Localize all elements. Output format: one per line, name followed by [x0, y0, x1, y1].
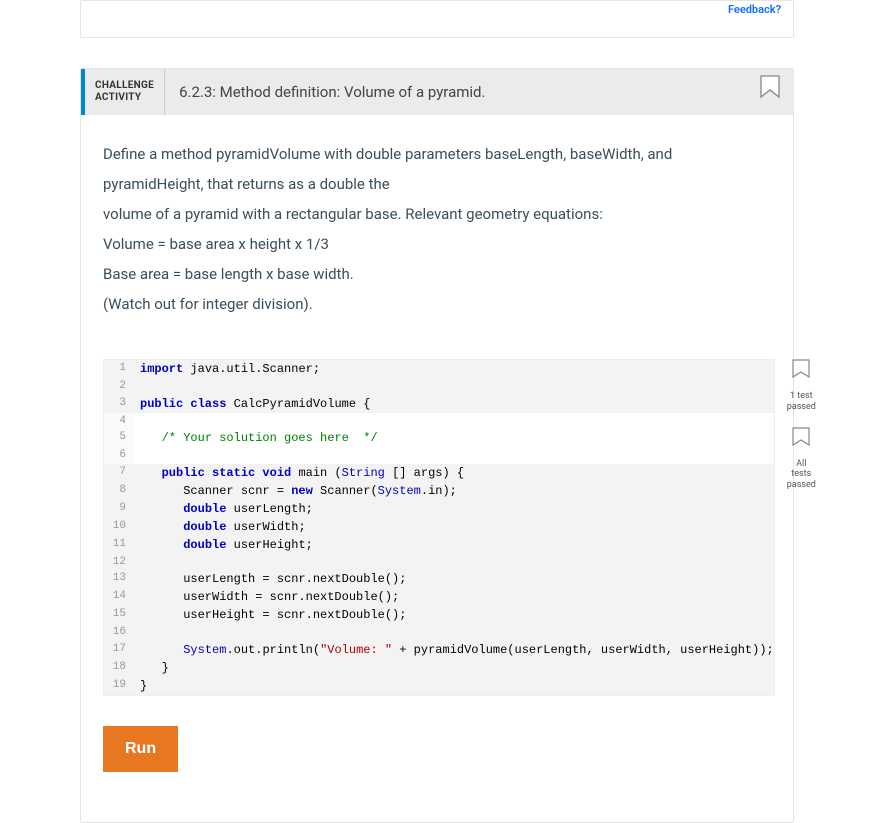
code-line[interactable]: 2: [104, 378, 774, 395]
line-number: 8: [104, 482, 134, 500]
line-number: 12: [104, 554, 134, 571]
code-line[interactable]: 12: [104, 554, 774, 571]
line-content[interactable]: [134, 413, 774, 430]
code-line[interactable]: 14 userWidth = scnr.nextDouble();: [104, 588, 774, 606]
line-number: 4: [104, 413, 134, 430]
line-content[interactable]: public static void main (String [] args)…: [134, 464, 774, 482]
line-content[interactable]: Scanner scnr = new Scanner(System.in);: [134, 482, 774, 500]
line-content[interactable]: double userLength;: [134, 500, 774, 518]
line-content[interactable]: [134, 624, 774, 641]
description-line: volume of a pyramid with a rectangular b…: [103, 199, 771, 229]
line-content[interactable]: userLength = scnr.nextDouble();: [134, 570, 774, 588]
line-content[interactable]: /* Your solution goes here */: [134, 429, 774, 447]
description-line: Base area = base length x base width.: [103, 259, 771, 289]
code-line[interactable]: 8 Scanner scnr = new Scanner(System.in);: [104, 482, 774, 500]
description-line: (Watch out for integer division).: [103, 289, 771, 319]
line-content[interactable]: System.out.println("Volume: " + pyramidV…: [134, 641, 774, 659]
status-column: 1 test passed All tests passed: [787, 359, 816, 696]
line-content[interactable]: userHeight = scnr.nextDouble();: [134, 606, 774, 624]
description-line: Volume = base area x height x 1/3: [103, 229, 771, 259]
test-badge-icon: [791, 359, 811, 385]
challenge-label-line1: CHALLENGE: [95, 80, 154, 92]
description-line: Define a method pyramidVolume with doubl…: [103, 139, 771, 199]
test-badge-text: 1 test passed: [787, 391, 816, 413]
code-line[interactable]: 7 public static void main (String [] arg…: [104, 464, 774, 482]
challenge-label: CHALLENGE ACTIVITY: [85, 69, 165, 115]
code-line[interactable]: 5 /* Your solution goes here */: [104, 429, 774, 447]
code-line[interactable]: 11 double userHeight;: [104, 536, 774, 554]
bottom-link-area: [81, 772, 793, 792]
code-line[interactable]: 6: [104, 447, 774, 464]
line-content[interactable]: [134, 447, 774, 464]
line-number: 9: [104, 500, 134, 518]
line-content[interactable]: import java.util.Scanner;: [134, 360, 774, 378]
line-content[interactable]: [134, 378, 774, 395]
line-content[interactable]: }: [134, 677, 774, 695]
run-button[interactable]: Run: [103, 726, 178, 772]
code-line[interactable]: 16: [104, 624, 774, 641]
line-number: 10: [104, 518, 134, 536]
challenge-title: 6.2.3: Method definition: Volume of a py…: [165, 69, 793, 115]
line-number: 7: [104, 464, 134, 482]
challenge-header: CHALLENGE ACTIVITY 6.2.3: Method definit…: [81, 69, 793, 115]
line-number: 1: [104, 360, 134, 378]
code-line[interactable]: 1import java.util.Scanner;: [104, 360, 774, 378]
challenge-label-line2: ACTIVITY: [95, 92, 154, 104]
line-number: 13: [104, 570, 134, 588]
challenge-description: Define a method pyramidVolume with doubl…: [81, 115, 793, 329]
code-line[interactable]: 19}: [104, 677, 774, 695]
feedback-card: Feedback?: [80, 0, 794, 38]
editor-area: 1import java.util.Scanner;23public class…: [81, 329, 793, 696]
line-content[interactable]: userWidth = scnr.nextDouble();: [134, 588, 774, 606]
code-line[interactable]: 4: [104, 413, 774, 430]
line-content[interactable]: }: [134, 659, 774, 677]
line-content[interactable]: double userHeight;: [134, 536, 774, 554]
code-line[interactable]: 17 System.out.println("Volume: " + pyram…: [104, 641, 774, 659]
line-content[interactable]: double userWidth;: [134, 518, 774, 536]
line-number: 14: [104, 588, 134, 606]
line-number: 15: [104, 606, 134, 624]
code-line[interactable]: 15 userHeight = scnr.nextDouble();: [104, 606, 774, 624]
code-line[interactable]: 9 double userLength;: [104, 500, 774, 518]
bookmark-icon[interactable]: [759, 75, 781, 105]
line-number: 19: [104, 677, 134, 695]
line-content[interactable]: public class CalcPyramidVolume {: [134, 395, 774, 413]
code-line[interactable]: 3public class CalcPyramidVolume {: [104, 395, 774, 413]
line-number: 6: [104, 447, 134, 464]
line-number: 2: [104, 378, 134, 395]
line-number: 11: [104, 536, 134, 554]
code-line[interactable]: 10 double userWidth;: [104, 518, 774, 536]
alltests-badge-icon: [791, 427, 811, 453]
challenge-card: CHALLENGE ACTIVITY 6.2.3: Method definit…: [80, 68, 794, 823]
line-content[interactable]: [134, 554, 774, 571]
line-number: 17: [104, 641, 134, 659]
line-number: 5: [104, 429, 134, 447]
line-number: 16: [104, 624, 134, 641]
line-number: 18: [104, 659, 134, 677]
code-line[interactable]: 13 userLength = scnr.nextDouble();: [104, 570, 774, 588]
line-number: 3: [104, 395, 134, 413]
alltests-badge-text: All tests passed: [787, 459, 816, 491]
code-line[interactable]: 18 }: [104, 659, 774, 677]
code-editor[interactable]: 1import java.util.Scanner;23public class…: [103, 359, 775, 696]
feedback-link[interactable]: Feedback?: [728, 3, 781, 16]
